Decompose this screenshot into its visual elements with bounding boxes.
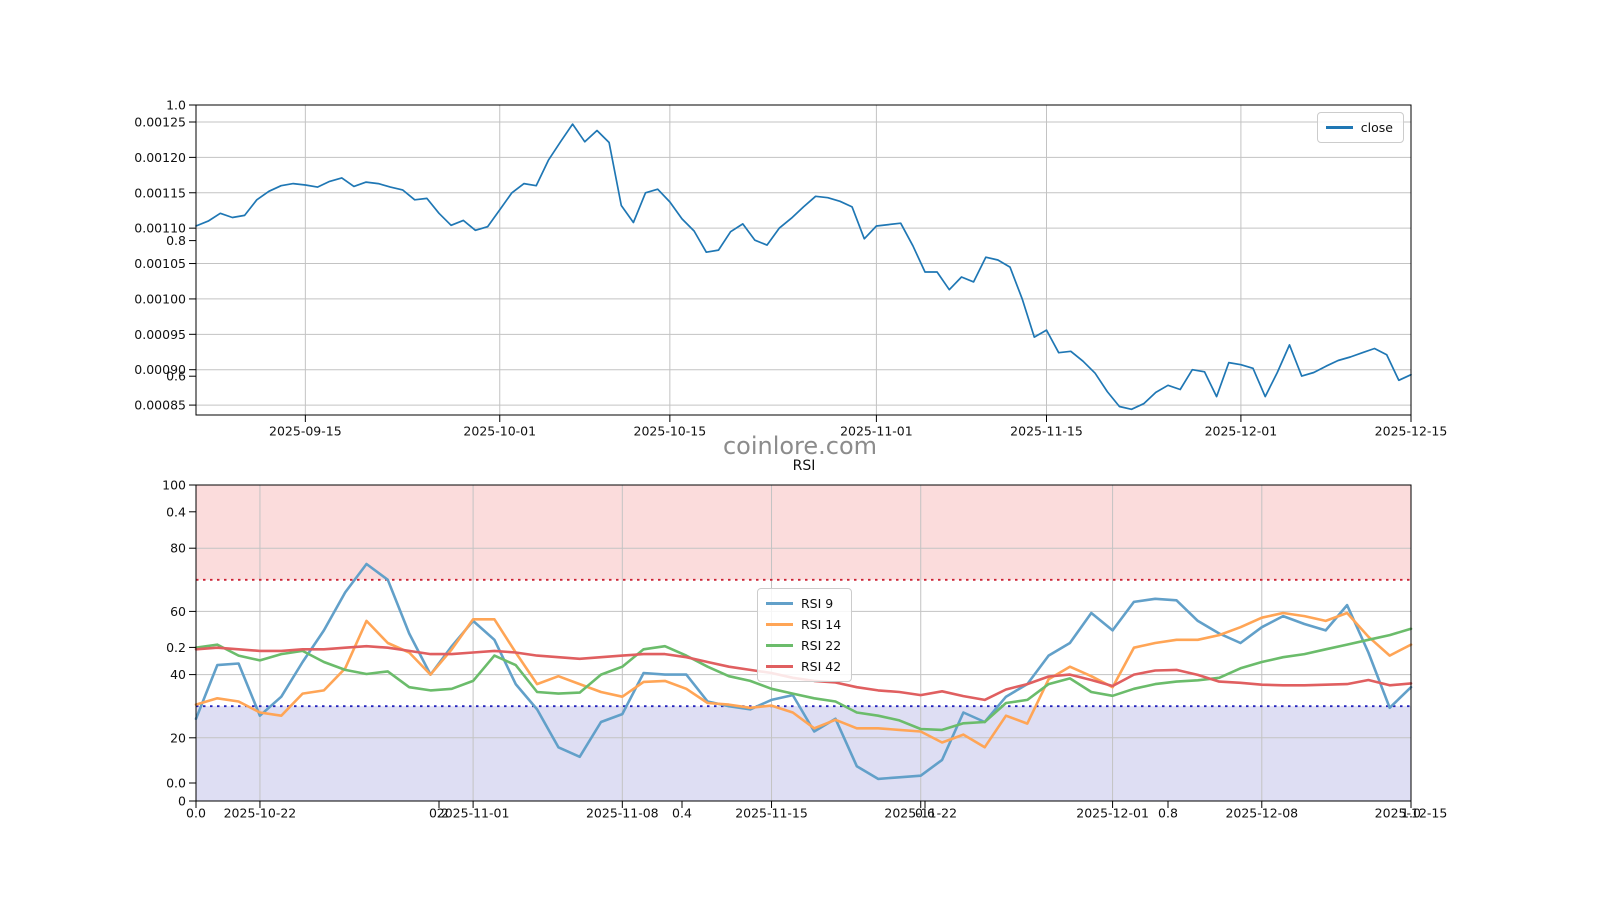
legend-entry-label: RSI 42 <box>801 659 842 674</box>
legend-entry: close <box>1325 117 1393 138</box>
figure-x-tick-label: 0.6 <box>915 806 935 821</box>
legend-line-swatch <box>766 644 793 647</box>
y-tick-label: 0.00120 <box>134 150 186 165</box>
y-tick-label: 60 <box>170 604 186 619</box>
legend-entry-label: RSI 14 <box>801 617 842 632</box>
x-tick-label: 2025-11-08 <box>586 806 659 821</box>
legend-line-swatch <box>1325 126 1353 129</box>
y-tick-label: 0.00095 <box>134 327 186 342</box>
y-tick-label: 0.00115 <box>134 185 186 200</box>
y-tick-label: 0.00125 <box>134 114 186 129</box>
legend-entry: RSI 22 <box>766 635 841 656</box>
legend-entry: RSI 14 <box>766 614 841 635</box>
x-tick-label: 2025-10-22 <box>224 806 297 821</box>
legend-entry-label: RSI 22 <box>801 638 842 653</box>
x-tick-label: 2025-11-15 <box>1010 424 1083 439</box>
figure-x-tick-label: 0.2 <box>429 806 449 821</box>
x-tick-label: 2025-09-15 <box>269 424 342 439</box>
y-tick-label: 80 <box>170 541 186 556</box>
legend-close: close <box>1316 112 1404 143</box>
x-tick-label: 2025-12-01 <box>1076 806 1149 821</box>
legend-entry: RSI 42 <box>766 656 841 677</box>
figure: 0.00125 0.00120 0.00115 0.00110 0.00105 0.001… <box>0 0 1600 900</box>
overbought-band <box>196 485 1411 580</box>
legend-line-swatch <box>766 602 793 605</box>
legend-line-swatch <box>766 665 793 668</box>
legend-line-swatch <box>766 623 793 626</box>
x-tick-label: 2025-12-08 <box>1225 806 1298 821</box>
x-tick-label: 2025-12-01 <box>1205 424 1278 439</box>
legend-rsi: RSI 9 RSI 14 RSI 22 RSI 42 <box>757 588 853 682</box>
y-tick-label: 20 <box>170 730 186 745</box>
axes-frame <box>195 104 1412 416</box>
y-tick-label: 0.00085 <box>134 398 186 413</box>
figure-x-tick-label: 1.0 <box>1401 806 1421 821</box>
figure-y-tick-label: 0.6 <box>166 369 186 384</box>
x-tick-label: 2025-10-15 <box>634 424 707 439</box>
x-tick-label: 2025-11-15 <box>735 806 808 821</box>
figure-y-tick-label: 0.4 <box>166 504 186 519</box>
legend-entry-label: close <box>1360 120 1393 135</box>
y-tick-label: 0 <box>178 794 186 809</box>
figure-x-tick-label: 0.0 <box>186 806 206 821</box>
x-tick-label: 2025-10-01 <box>463 424 536 439</box>
series-close <box>195 123 1412 411</box>
figure-y-tick-label: 1.0 <box>166 98 186 113</box>
y-tick-label: 0.00105 <box>134 256 186 271</box>
x-tick-label: 2025-12-15 <box>1375 424 1448 439</box>
figure-x-tick-label: 0.4 <box>672 806 692 821</box>
watermark: coinlore.com <box>722 432 878 460</box>
y-tick-label: 40 <box>170 667 186 682</box>
figure-y-tick-label: 0.8 <box>166 233 186 248</box>
legend-entry: RSI 9 <box>766 593 841 614</box>
y-tick-label: 0.00100 <box>134 291 186 306</box>
figure-x-tick-label: 0.8 <box>1158 806 1178 821</box>
legend-entry-label: RSI 9 <box>801 596 834 611</box>
figure-y-tick-label: 0.2 <box>166 640 186 655</box>
rsi-subplot-title: RSI <box>792 458 816 474</box>
y-tick-label: 100 <box>162 478 186 493</box>
figure-y-tick-label: 0.0 <box>166 776 186 791</box>
